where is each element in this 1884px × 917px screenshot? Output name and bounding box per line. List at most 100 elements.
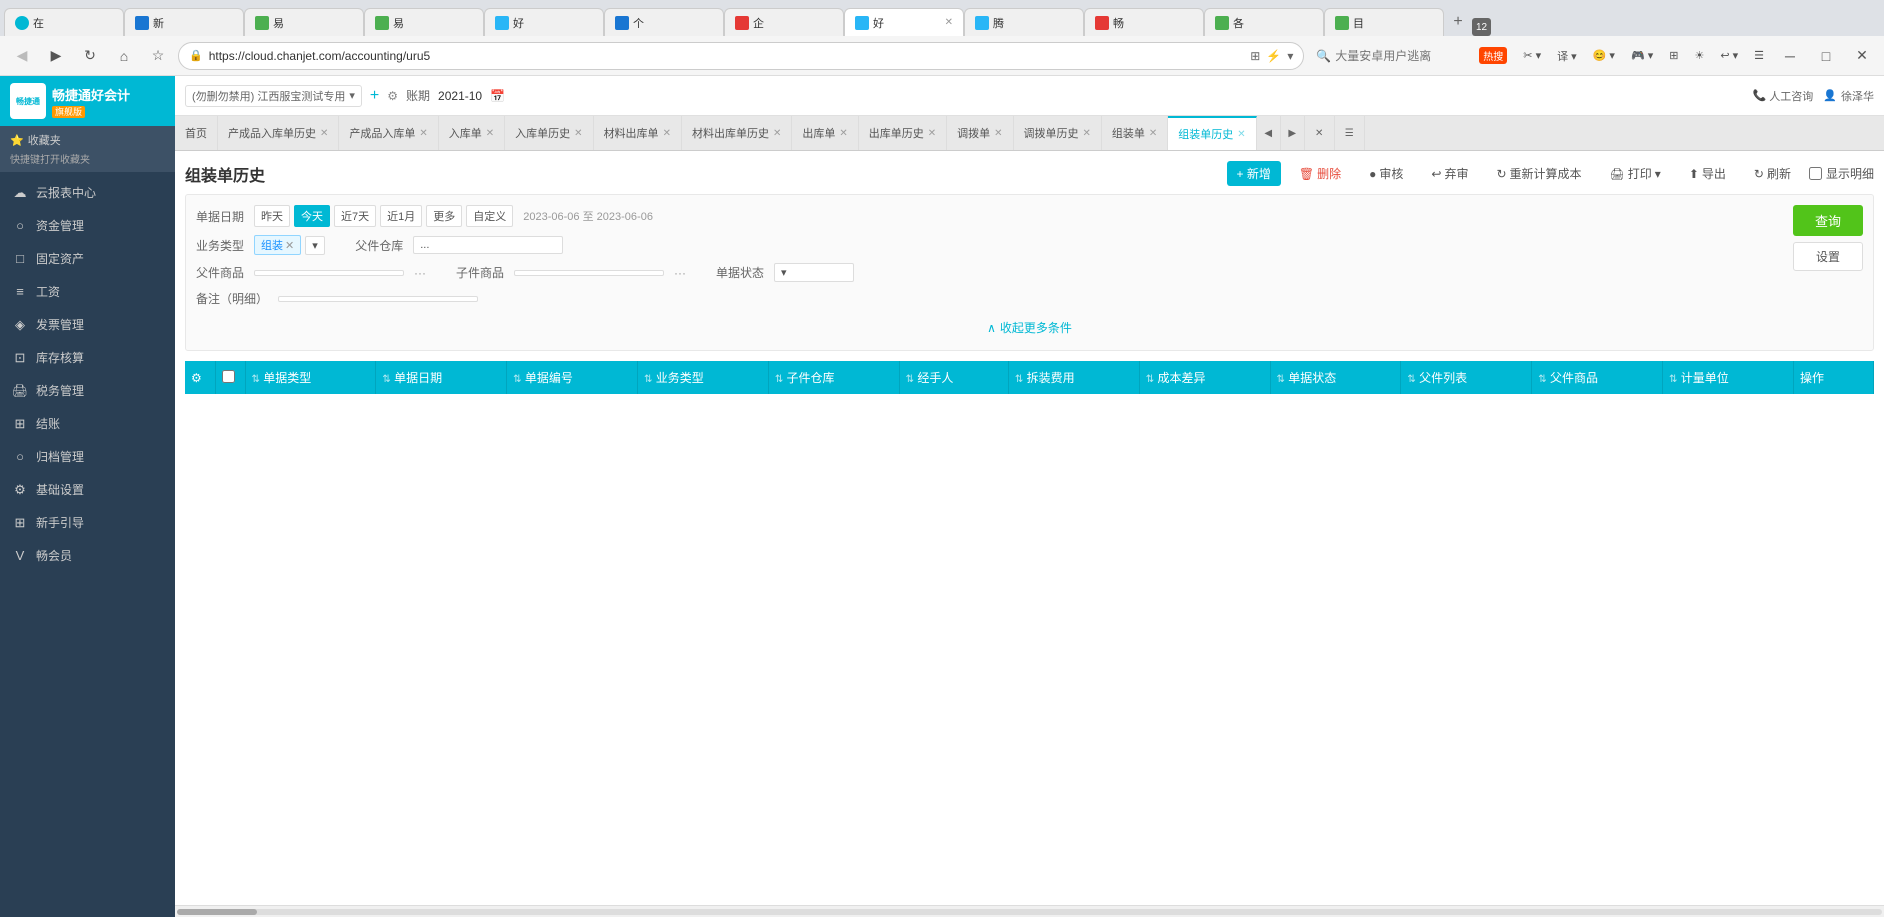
tab-close-inboundh[interactable]: ✕ [574,128,582,139]
sidebar-item-account[interactable]: ⊞ 结账 [0,407,175,440]
export-button[interactable]: ⬆ 导出 [1679,161,1736,186]
sidebar-item-guide[interactable]: ⊞ 新手引导 [0,506,175,539]
search-input[interactable] [1335,49,1475,63]
biz-tag-close[interactable]: ✕ [285,239,294,252]
tab-assembly[interactable]: 组装单 ✕ [1102,116,1168,150]
col-doc-status[interactable]: ⇅ 单据状态 [1270,361,1401,394]
table-settings-icon[interactable]: ⚙ [191,371,202,385]
sidebar-item-assets[interactable]: □ 固定资产 [0,242,175,275]
tab-close-transferh[interactable]: ✕ [1083,128,1091,139]
tab-transfer-history[interactable]: 调拨单历史 ✕ [1014,116,1102,150]
show-details-checkbox[interactable] [1809,167,1822,180]
tab-close-8[interactable]: ✕ [945,17,953,28]
sidebar-item-inventory[interactable]: ⊡ 库存核算 [0,341,175,374]
scrollbar-track[interactable] [177,909,1882,915]
tab-close-fgh[interactable]: ✕ [320,128,328,139]
col-cost-diff[interactable]: ⇅ 成本差异 [1139,361,1270,394]
col-doc-type[interactable]: ⇅ 单据类型 [245,361,376,394]
abandon-button[interactable]: ↩ 弃审 [1421,161,1478,186]
tab-inbound[interactable]: 入库单 ✕ [439,116,505,150]
browser-tab-7[interactable]: 企 [724,8,844,36]
scissors-btn[interactable]: ✂ ▾ [1519,47,1545,64]
tab-material-out-history[interactable]: 材料出库单历史 ✕ [682,116,792,150]
sidebar-item-salary[interactable]: ≡ 工资 [0,275,175,308]
sidebar-item-finance[interactable]: ○ 资金管理 [0,209,175,242]
more-btn[interactable]: 更多 [426,205,462,227]
browser-tab-2[interactable]: 新 [124,8,244,36]
tab-finished-goods[interactable]: 产成品入库单 ✕ [339,116,438,150]
col-check[interactable] [215,361,245,394]
tab-close-assemblyh[interactable]: ✕ [1237,129,1245,140]
browser-tab-6[interactable]: 个 [604,8,724,36]
customer-service[interactable]: 📞 人工咨询 [1753,88,1814,104]
sidebar-item-settings[interactable]: ⚙ 基础设置 [0,473,175,506]
tab-transfer[interactable]: 调拨单 ✕ [947,116,1013,150]
select-all-checkbox[interactable] [222,370,235,383]
tab-close-assembly[interactable]: ✕ [1149,128,1157,139]
child-goods-input[interactable] [514,270,664,276]
delete-button[interactable]: 🗑 删除 [1289,161,1351,186]
7days-btn[interactable]: 近7天 [334,205,376,227]
tab-close-transfer[interactable]: ✕ [994,128,1002,139]
scrollbar-thumb[interactable] [177,909,257,915]
biz-type-select[interactable]: ▾ [305,236,325,255]
sidebar-item-archive[interactable]: ○ 归档管理 [0,440,175,473]
sidebar-item-reports[interactable]: ☁ 云报表中心 [0,176,175,209]
horizontal-scrollbar[interactable] [175,905,1884,917]
tab-material-out[interactable]: 材料出库单 ✕ [594,116,682,150]
qr-icon[interactable]: ⊞ [1250,49,1260,63]
parent-goods-input[interactable] [254,270,404,276]
favorites-sub[interactable]: 快捷键打开收藏夹 [10,151,165,166]
undo-btn[interactable]: ↩ ▾ [1716,47,1742,64]
browser-tab-9[interactable]: 腾 [964,8,1084,36]
col-disassembly-cost[interactable]: ⇅ 拆装费用 [1008,361,1139,394]
sidebar-item-member[interactable]: V 畅会员 [0,539,175,572]
col-parent-goods[interactable]: ⇅ 父件商品 [1532,361,1663,394]
close-window-button[interactable]: ✕ [1848,42,1876,70]
lightning-icon[interactable]: ⚡ [1266,49,1281,63]
home-button[interactable]: ⌂ [110,42,138,70]
tab-nav-options[interactable]: ☰ [1335,116,1365,150]
show-details-label[interactable]: 显示明细 [1809,165,1874,182]
tab-close-outbound[interactable]: ✕ [839,128,847,139]
browser-tab-12[interactable]: 目 [1324,8,1444,36]
grid-btn[interactable]: ⊞ [1665,47,1682,64]
tab-inbound-history[interactable]: 入库单历史 ✕ [505,116,593,150]
company-settings-icon[interactable]: ⚙ [387,89,398,103]
add-button[interactable]: + 新增 [1227,161,1281,186]
print-dropdown[interactable]: ▾ [1655,167,1661,181]
1month-btn[interactable]: 近1月 [380,205,422,227]
today-btn[interactable]: 今天 [294,205,330,227]
sun-btn[interactable]: ☀ [1690,47,1708,64]
col-unit[interactable]: ⇅ 计量单位 [1663,361,1794,394]
tab-nav-left[interactable]: ◀ [1257,116,1281,150]
col-doc-date[interactable]: ⇅ 单据日期 [376,361,507,394]
tab-nav-close-all[interactable]: ✕ [1305,116,1335,150]
calendar-icon[interactable]: 📅 [490,89,505,103]
col-child-warehouse[interactable]: ⇅ 子件仓库 [768,361,899,394]
emoji-btn[interactable]: 😊 ▾ [1589,47,1619,64]
new-tab-button[interactable]: + [1444,8,1472,36]
address-bar[interactable]: 🔒 https://cloud.chanjet.com/accounting/u… [178,42,1304,70]
bookmark-button[interactable]: ☆ [144,42,172,70]
browser-tab-1[interactable]: 在 [4,8,124,36]
col-handler[interactable]: ⇅ 经手人 [899,361,1008,394]
tab-close-matout[interactable]: ✕ [663,128,671,139]
maximize-button[interactable]: □ [1812,42,1840,70]
menu-btn[interactable]: ☰ [1750,47,1768,64]
add-company-btn[interactable]: + [370,87,379,105]
col-doc-no[interactable]: ⇅ 单据编号 [507,361,638,394]
col-settings[interactable]: ⚙ [185,361,215,394]
tab-close-outboundh[interactable]: ✕ [928,128,936,139]
tab-close-fg[interactable]: ✕ [419,128,427,139]
forward-button[interactable]: ▶ [42,42,70,70]
browser-tab-4[interactable]: 易 [364,8,484,36]
parent-goods-more[interactable]: ··· [414,266,426,280]
browser-tab-8[interactable]: 好 ✕ [844,8,964,36]
col-parent-list[interactable]: ⇅ 父件列表 [1401,361,1532,394]
browser-tab-10[interactable]: 畅 [1084,8,1204,36]
browser-tab-11[interactable]: 各 [1204,8,1324,36]
company-selector[interactable]: (勿删勿禁用) 江西服宝测试专用 ▾ [185,85,362,107]
query-button[interactable]: 查询 [1793,205,1863,236]
tab-outbound-history[interactable]: 出库单历史 ✕ [859,116,947,150]
